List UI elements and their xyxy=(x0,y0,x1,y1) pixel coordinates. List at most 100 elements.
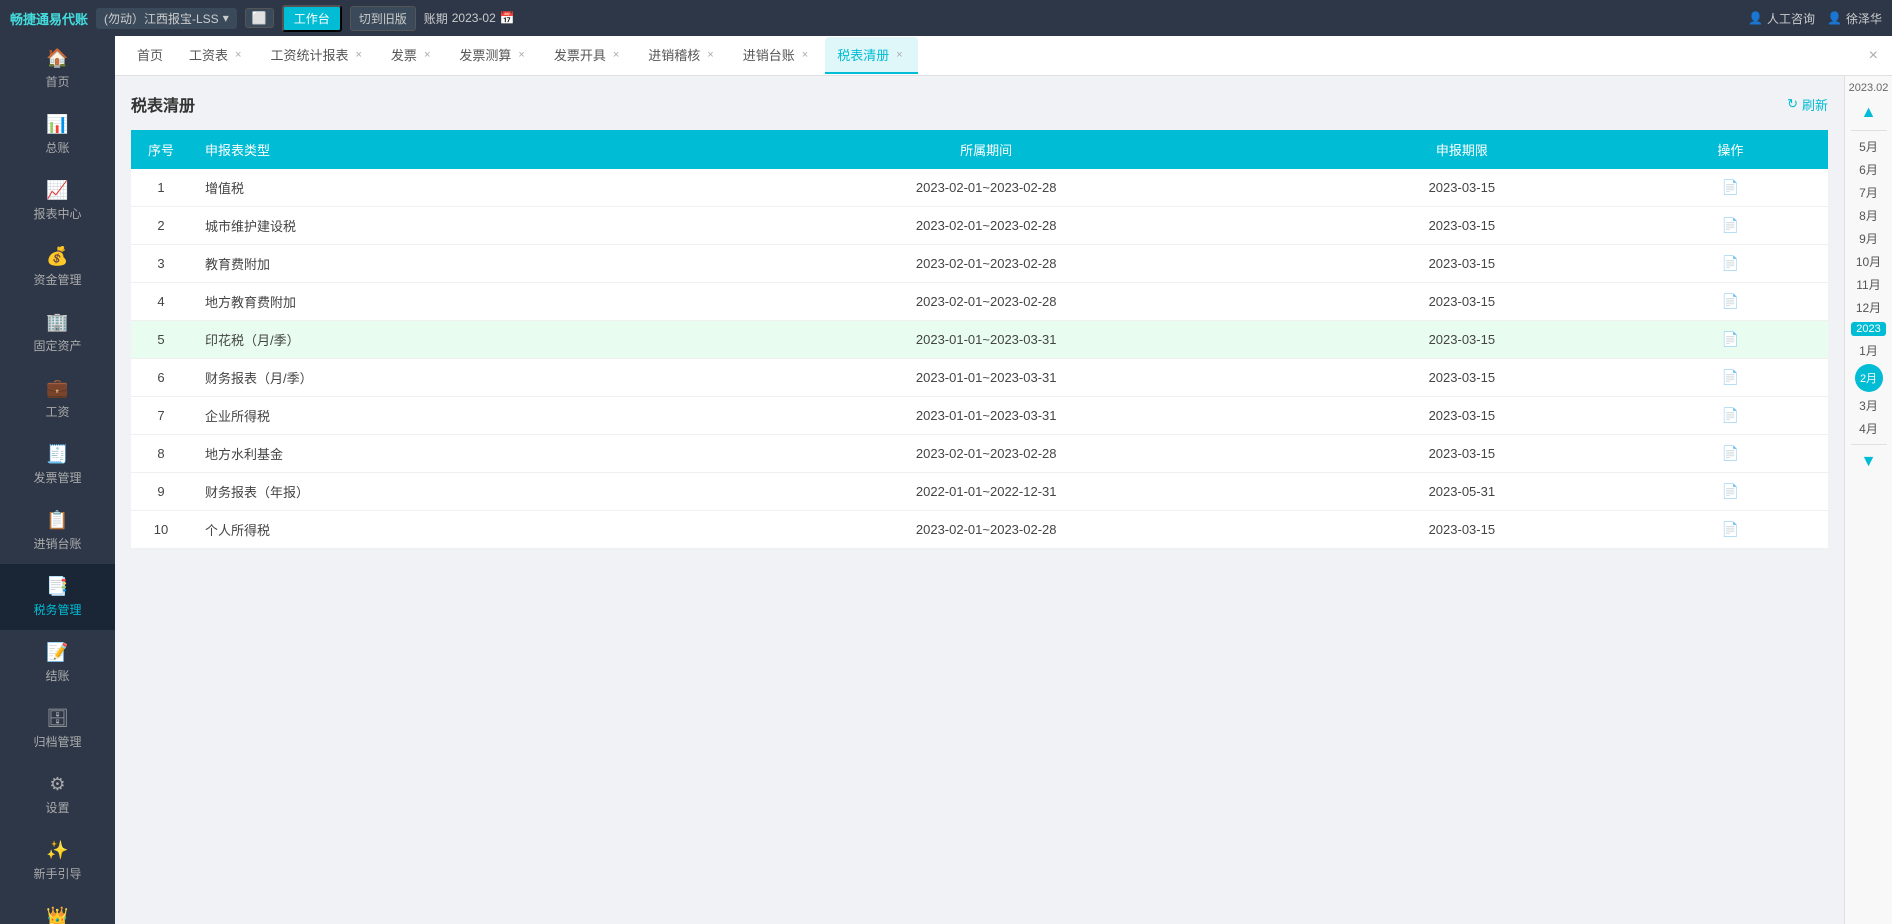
sidebar-item-settle[interactable]: 📝 结账 xyxy=(0,630,115,696)
sidebar-item-archive[interactable]: 🗄 归档管理 xyxy=(0,696,115,762)
copy-button[interactable]: ⬜ xyxy=(245,8,274,28)
prev-period-button[interactable]: ▲ xyxy=(1857,100,1881,126)
action-icon[interactable]: 📄 xyxy=(1722,293,1739,309)
cell-action[interactable]: 📄 xyxy=(1633,359,1828,397)
sidebar-item-guide[interactable]: ✨ 新手引导 xyxy=(0,828,115,894)
tab-purchase-ledger[interactable]: 进销台账 × xyxy=(731,37,823,74)
sidebar-item-assets[interactable]: 🏢 固定资产 xyxy=(0,300,115,366)
month-1[interactable]: 1月 xyxy=(1845,339,1892,362)
action-icon[interactable]: 📄 xyxy=(1722,445,1739,461)
sidebar-item-funds[interactable]: 💰 资金管理 xyxy=(0,234,115,300)
tab-tax-clearance[interactable]: 税表清册 × xyxy=(825,37,917,74)
tab-home[interactable]: 首页 xyxy=(125,37,175,74)
cell-action[interactable]: 📄 xyxy=(1633,321,1828,359)
tab-purchase-check[interactable]: 进销稽核 × xyxy=(636,37,728,74)
workbench-button[interactable]: 工作台 xyxy=(282,5,342,32)
month-12[interactable]: 12月 xyxy=(1845,296,1892,319)
period-value: 2023-02 xyxy=(452,11,496,25)
cell-deadline: 2023-03-15 xyxy=(1291,397,1633,435)
company-name: (勿动）江西报宝-LSS xyxy=(104,10,219,27)
month-4[interactable]: 4月 xyxy=(1845,417,1892,440)
right-panel: 2023.02 ▲ 5月 6月 7月 8月 9月 10月 11月 12月 202… xyxy=(1844,76,1892,924)
tab-close-salary-stats[interactable]: × xyxy=(352,48,364,62)
tab-invoice-open[interactable]: 发票开具 × xyxy=(542,37,634,74)
report-icon: 📈 xyxy=(46,180,68,201)
tab-invoice[interactable]: 发票 × xyxy=(379,37,445,74)
content-area: 首页 工资表 × 工资统计报表 × 发票 × 发票测算 × 发票开具 × xyxy=(115,36,1892,924)
next-period-button[interactable]: ▼ xyxy=(1857,449,1881,475)
company-selector[interactable]: (勿动）江西报宝-LSS ▾ xyxy=(96,8,237,29)
month-10[interactable]: 10月 xyxy=(1845,250,1892,273)
home-icon: 🏠 xyxy=(46,48,68,69)
cell-deadline: 2023-03-15 xyxy=(1291,435,1633,473)
tab-salary-stats[interactable]: 工资统计报表 × xyxy=(258,37,376,74)
cell-action[interactable]: 📄 xyxy=(1633,435,1828,473)
cell-action[interactable]: 📄 xyxy=(1633,473,1828,511)
tab-close-invoice-open[interactable]: × xyxy=(610,48,622,62)
action-icon[interactable]: 📄 xyxy=(1722,369,1739,385)
tab-close-salary-table[interactable]: × xyxy=(232,48,244,62)
action-icon[interactable]: 📄 xyxy=(1722,521,1739,537)
action-icon[interactable]: 📄 xyxy=(1722,217,1739,233)
cell-deadline: 2023-03-15 xyxy=(1291,283,1633,321)
sidebar-item-settings[interactable]: ⚙ 设置 xyxy=(0,762,115,828)
table-row: 1 增值税 2023-02-01~2023-02-28 2023-03-15 📄 xyxy=(131,169,1828,207)
cell-action[interactable]: 📄 xyxy=(1633,169,1828,207)
tab-close-purchase-ledger[interactable]: × xyxy=(799,48,811,62)
action-icon[interactable]: 📄 xyxy=(1722,407,1739,423)
month-6[interactable]: 6月 xyxy=(1845,158,1892,181)
sidebar-item-tax[interactable]: 📑 税务管理 xyxy=(0,564,115,630)
year-badge[interactable]: 2023 xyxy=(1851,322,1885,336)
month-7[interactable]: 7月 xyxy=(1845,181,1892,204)
cell-no: 1 xyxy=(131,169,191,207)
sidebar-item-ledger[interactable]: 📊 总账 xyxy=(0,102,115,168)
cell-type: 企业所得税 xyxy=(191,397,681,435)
month-2-active[interactable]: 2月 xyxy=(1855,364,1883,392)
period-label: 账期 2023-02 📅 xyxy=(424,10,515,27)
cell-action[interactable]: 📄 xyxy=(1633,511,1828,549)
action-icon[interactable]: 📄 xyxy=(1722,179,1739,195)
cell-type: 个人所得税 xyxy=(191,511,681,549)
tab-close-tax-clearance[interactable]: × xyxy=(893,48,905,62)
calendar-icon[interactable]: 📅 xyxy=(500,11,515,25)
user-menu[interactable]: 👤 徐泽华 xyxy=(1827,10,1882,27)
cell-period: 2023-02-01~2023-02-28 xyxy=(681,511,1291,549)
cell-action[interactable]: 📄 xyxy=(1633,397,1828,435)
sidebar-item-report[interactable]: 📈 报表中心 xyxy=(0,168,115,234)
table-row: 6 财务报表（月/季） 2023-01-01~2023-03-31 2023-0… xyxy=(131,359,1828,397)
window-close-button[interactable]: × xyxy=(1865,43,1882,69)
app-logo: 畅捷通易代账 xyxy=(10,9,88,28)
month-3[interactable]: 3月 xyxy=(1845,394,1892,417)
month-9[interactable]: 9月 xyxy=(1845,227,1892,250)
tab-salary-table[interactable]: 工资表 × xyxy=(177,37,256,74)
tab-close-purchase-check[interactable]: × xyxy=(704,48,716,62)
page-header: 税表清册 ↻ 刷新 xyxy=(131,92,1828,116)
month-8[interactable]: 8月 xyxy=(1845,204,1892,227)
month-5[interactable]: 5月 xyxy=(1845,135,1892,158)
sidebar: 🏠 首页 📊 总账 📈 报表中心 💰 资金管理 🏢 固定资产 💼 工资 🧾 发票… xyxy=(0,36,115,924)
cell-action[interactable]: 📄 xyxy=(1633,207,1828,245)
sidebar-item-home[interactable]: 🏠 首页 xyxy=(0,36,115,102)
cell-action[interactable]: 📄 xyxy=(1633,283,1828,321)
action-icon[interactable]: 📄 xyxy=(1722,483,1739,499)
page-main: 税表清册 ↻ 刷新 序号 申报表类型 所属期间 申报期限 操作 xyxy=(115,76,1844,924)
cell-type: 增值税 xyxy=(191,169,681,207)
action-icon[interactable]: 📄 xyxy=(1722,255,1739,271)
sidebar-item-salary[interactable]: 💼 工资 xyxy=(0,366,115,432)
refresh-button[interactable]: ↻ 刷新 xyxy=(1787,95,1828,114)
sidebar-item-purchase[interactable]: 📋 进销台账 xyxy=(0,498,115,564)
tab-invoice-calc[interactable]: 发票测算 × xyxy=(447,37,539,74)
cell-no: 9 xyxy=(131,473,191,511)
help-button[interactable]: 👤 人工咨询 xyxy=(1748,10,1815,27)
month-11[interactable]: 11月 xyxy=(1845,273,1892,296)
cell-no: 3 xyxy=(131,245,191,283)
divider-bottom xyxy=(1851,444,1887,445)
cell-deadline: 2023-03-15 xyxy=(1291,207,1633,245)
sidebar-item-invoice[interactable]: 🧾 发票管理 xyxy=(0,432,115,498)
cell-action[interactable]: 📄 xyxy=(1633,245,1828,283)
action-icon[interactable]: 📄 xyxy=(1722,331,1739,347)
tab-close-invoice[interactable]: × xyxy=(421,48,433,62)
switch-button[interactable]: 切到旧版 xyxy=(350,6,416,31)
tab-close-invoice-calc[interactable]: × xyxy=(515,48,527,62)
sidebar-item-vip[interactable]: 👑 畅会员 xyxy=(0,894,115,924)
